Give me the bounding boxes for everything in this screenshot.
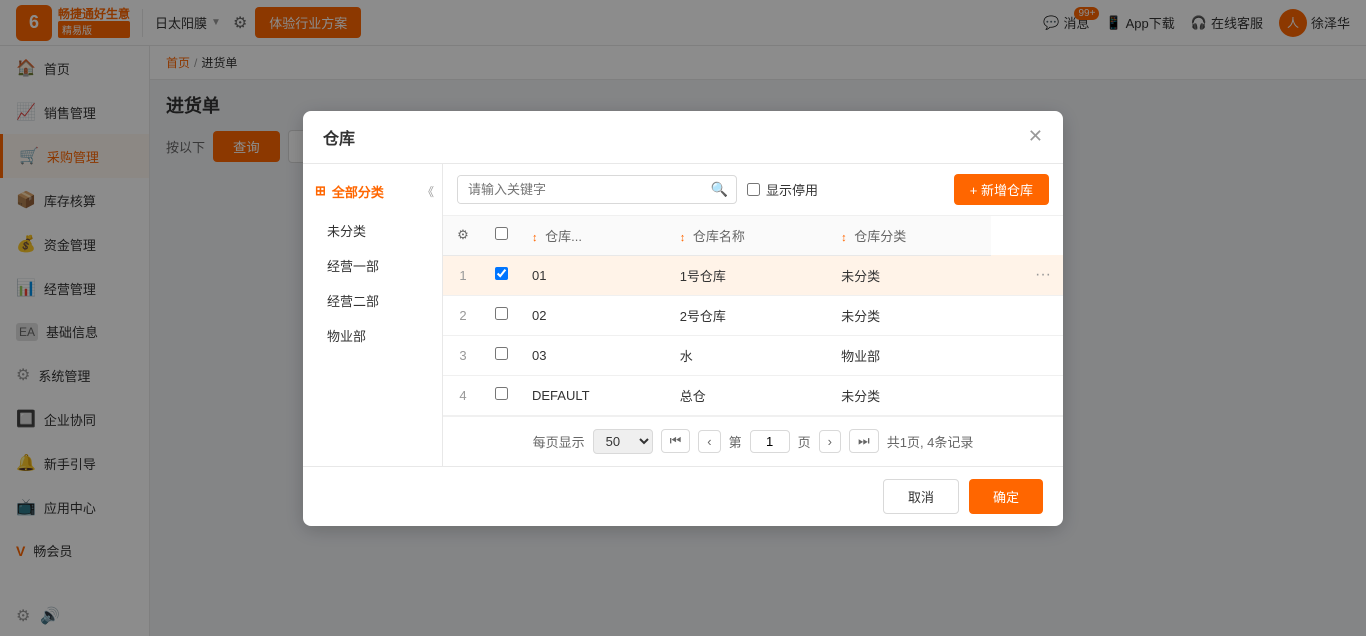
table-row[interactable]: 2 02 2号仓库 未分类	[443, 295, 1063, 335]
row-num-2: 2	[443, 295, 483, 335]
row-checkbox-3[interactable]	[495, 347, 508, 360]
row-check-1[interactable]	[483, 255, 520, 295]
row-category-1: 未分类	[829, 255, 990, 295]
row-name-2: 2号仓库	[668, 295, 829, 335]
modal-close-button[interactable]: ✕	[1028, 126, 1043, 147]
modal-title: 仓库	[323, 125, 355, 149]
th-gear[interactable]: ⚙	[443, 216, 483, 256]
per-page-select[interactable]: 50 20 100	[593, 429, 653, 454]
modal-body: ⊞ 全部分类 《 未分类 经营一部 经营二部 物业部 🔍	[303, 164, 1063, 466]
sort-icon-category: ↕	[841, 232, 847, 244]
table-row[interactable]: 4 DEFAULT 总仓 未分类	[443, 375, 1063, 415]
modal-sidebar-collapse-button[interactable]: 《	[418, 179, 438, 204]
row-actions-3[interactable]	[991, 335, 1063, 375]
modal-sidebar-item-property[interactable]: 物业部	[303, 318, 442, 353]
pagination-last-button[interactable]: ⏭	[849, 429, 879, 453]
pagination-first-button[interactable]: ⏮	[661, 429, 691, 453]
modal-sidebar-all-categories[interactable]: ⊞ 全部分类	[303, 174, 396, 209]
warehouse-table: ⚙ ↕ 仓库... ↕ 仓库名称	[443, 216, 1063, 416]
modal-header: 仓库 ✕	[303, 111, 1063, 164]
th-warehouse-code: ↕ 仓库...	[520, 216, 668, 256]
modal-sidebar-all-label: 全部分类	[332, 182, 384, 201]
modal-sidebar: ⊞ 全部分类 《 未分类 经营一部 经营二部 物业部	[303, 164, 443, 466]
row-name-3: 水	[668, 335, 829, 375]
page-input[interactable]	[750, 430, 790, 453]
show-disabled-label[interactable]: 显示停用	[747, 180, 818, 199]
row-num-3: 3	[443, 335, 483, 375]
row-category-2: 未分类	[829, 295, 990, 335]
confirm-button[interactable]: 确定	[969, 479, 1043, 514]
modal-footer: 取消 确定	[303, 466, 1063, 526]
table-row[interactable]: 3 03 水 物业部	[443, 335, 1063, 375]
modal-content-area: 🔍 显示停用 + 新增仓库 ⚙	[443, 164, 1063, 466]
row-checkbox-2[interactable]	[495, 307, 508, 320]
row-code-2: 02	[520, 295, 668, 335]
row-code-1: 01	[520, 255, 668, 295]
row-actions-4[interactable]	[991, 375, 1063, 415]
row-checkbox-1[interactable]	[495, 267, 508, 280]
modal-table: ⚙ ↕ 仓库... ↕ 仓库名称	[443, 216, 1063, 416]
search-input[interactable]	[458, 176, 703, 203]
row-check-2[interactable]	[483, 295, 520, 335]
per-page-label: 每页显示	[533, 432, 585, 451]
total-info: 共1页, 4条记录	[887, 432, 974, 451]
row-actions-1[interactable]: ···	[991, 255, 1063, 295]
show-disabled-checkbox[interactable]	[747, 183, 760, 196]
modal-sidebar-item-ops2[interactable]: 经营二部	[303, 283, 442, 318]
row-actions-2[interactable]	[991, 295, 1063, 335]
row-check-3[interactable]	[483, 335, 520, 375]
modal-toolbar: 🔍 显示停用 + 新增仓库	[443, 164, 1063, 216]
modal-search-box[interactable]: 🔍	[457, 175, 737, 204]
add-warehouse-button[interactable]: + 新增仓库	[954, 174, 1049, 205]
th-check[interactable]	[483, 216, 520, 256]
row-num-1: 1	[443, 255, 483, 295]
modal-sidebar-item-ops1[interactable]: 经营一部	[303, 248, 442, 283]
table-body: 1 01 1号仓库 未分类 ··· 2 02 2	[443, 255, 1063, 415]
row-category-3: 物业部	[829, 335, 990, 375]
select-all-checkbox[interactable]	[495, 227, 508, 240]
table-row[interactable]: 1 01 1号仓库 未分类 ···	[443, 255, 1063, 295]
th-warehouse-name: ↕ 仓库名称	[668, 216, 829, 256]
grid-icon: ⊞	[315, 183, 326, 199]
page-label: 第	[729, 432, 742, 451]
row-name-1: 1号仓库	[668, 255, 829, 295]
modal-sidebar-item-uncategorized[interactable]: 未分类	[303, 213, 442, 248]
show-disabled-text: 显示停用	[766, 180, 818, 199]
th-warehouse-category: ↕ 仓库分类	[829, 216, 990, 256]
modal-pagination: 每页显示 50 20 100 ⏮ ‹ 第 页 › ⏭ 共1页, 4条记录	[443, 416, 1063, 466]
row-category-4: 未分类	[829, 375, 990, 415]
row-num-4: 4	[443, 375, 483, 415]
row-code-3: 03	[520, 335, 668, 375]
row-code-4: DEFAULT	[520, 375, 668, 415]
table-header: ⚙ ↕ 仓库... ↕ 仓库名称	[443, 216, 1063, 256]
pagination-prev-button[interactable]: ‹	[698, 430, 720, 453]
row-checkbox-4[interactable]	[495, 387, 508, 400]
row-name-4: 总仓	[668, 375, 829, 415]
page-unit: 页	[798, 432, 811, 451]
search-icon: 🔍	[703, 181, 736, 198]
sort-icon-name: ↕	[680, 232, 686, 244]
warehouse-modal: 仓库 ✕ ⊞ 全部分类 《 未分类 经营一部 经营二部 物业部	[303, 111, 1063, 526]
pagination-next-button[interactable]: ›	[819, 430, 841, 453]
row-check-4[interactable]	[483, 375, 520, 415]
sort-icon-code: ↕	[532, 232, 538, 244]
modal-overlay: 仓库 ✕ ⊞ 全部分类 《 未分类 经营一部 经营二部 物业部	[0, 0, 1366, 636]
cancel-button[interactable]: 取消	[883, 479, 959, 514]
